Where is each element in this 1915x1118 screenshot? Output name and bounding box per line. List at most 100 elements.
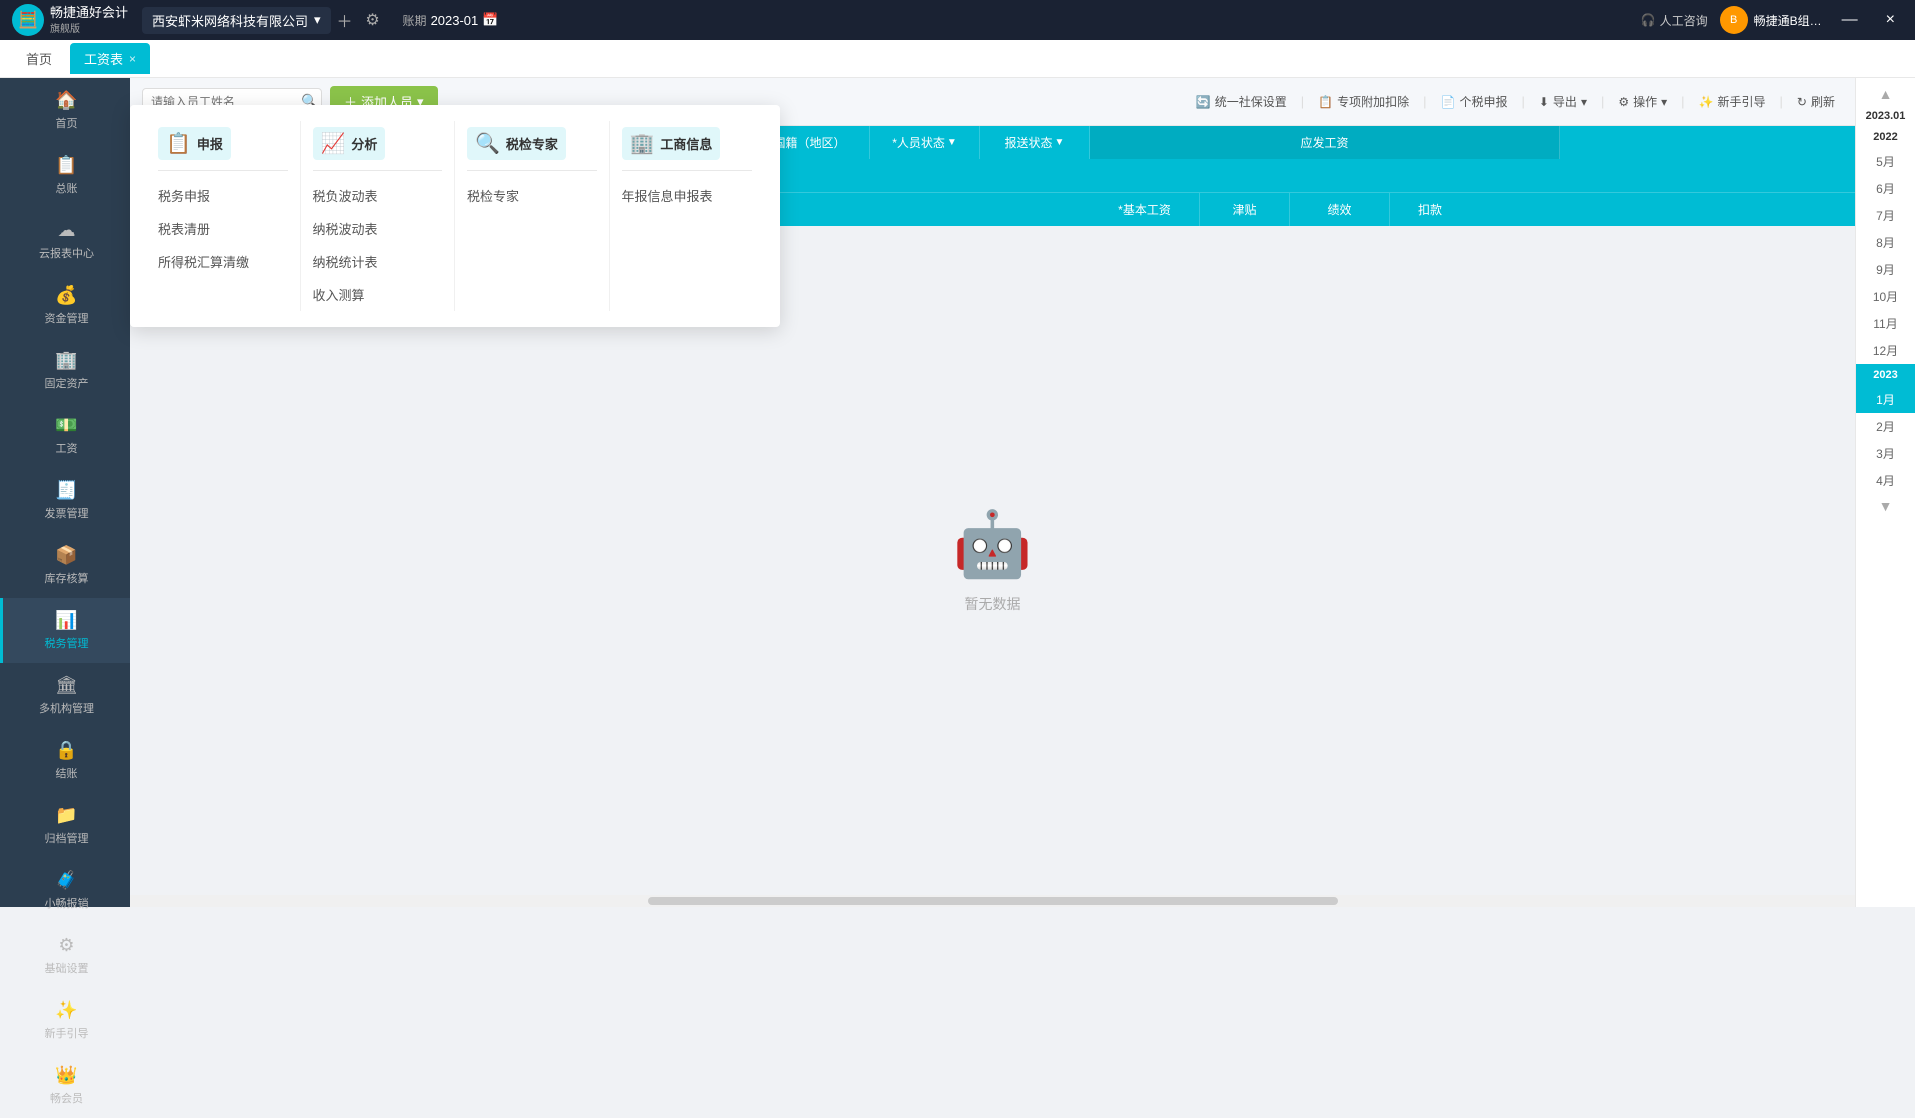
sidebar-item-xiaochang[interactable]: 🧳 小畅报销 — [0, 858, 130, 923]
sidebar-item-fund[interactable]: 💰 资金管理 — [0, 273, 130, 338]
th-deduct: 扣款 — [1390, 193, 1470, 226]
member-icon: 👑 — [55, 1065, 77, 1086]
menu-item-tax-payment[interactable]: 纳税波动表 — [313, 212, 443, 245]
refresh-label: 刷新 — [1811, 93, 1835, 110]
minimize-button[interactable]: — — [1834, 11, 1866, 29]
special-deduct-btn[interactable]: 📋 专项附加扣除 — [1310, 89, 1417, 114]
calendar-up-arrow[interactable]: ▲ — [1875, 82, 1897, 106]
menu-item-annual-report[interactable]: 年报信息申报表 — [622, 179, 753, 212]
multi-org-icon: 🏛 — [55, 675, 78, 696]
menu-item-tax-expert[interactable]: 税检专家 — [467, 179, 597, 212]
sidebar-item-tax[interactable]: 📊 税务管理 — [0, 598, 130, 663]
sidebar-item-archive[interactable]: 📁 归档管理 — [0, 793, 130, 858]
sidebar-item-basic-settings[interactable]: ⚙ 基础设置 — [0, 923, 130, 988]
cloud-icon: ☁ — [58, 220, 76, 241]
menu-item-tax-report[interactable]: 税务申报 — [158, 179, 288, 212]
close-button[interactable]: × — [1878, 11, 1903, 29]
menu-item-income-calc[interactable]: 收入测算 — [313, 278, 443, 311]
scrollbar-thumb[interactable] — [648, 897, 1338, 905]
analysis-icon: 📈 — [321, 131, 346, 156]
calendar-year-2022: 2022 — [1856, 126, 1915, 148]
social-security-label: 统一社保设置 — [1215, 93, 1287, 110]
menu-item-tax-burden[interactable]: 税负波动表 — [313, 179, 443, 212]
sidebar-label-ledger: 总账 — [56, 180, 78, 196]
operate-btn[interactable]: ⚙ 操作 ▾ — [1610, 89, 1675, 114]
calendar-month-9[interactable]: 9月 — [1856, 256, 1915, 283]
sidebar-item-home[interactable]: 🏠 首页 — [0, 78, 130, 143]
sidebar-label-xiaochang: 小畅报销 — [45, 895, 89, 911]
sidebar-item-invoice[interactable]: 🧾 发票管理 — [0, 468, 130, 533]
calendar-month-4[interactable]: 4月 — [1856, 467, 1915, 494]
calendar-current-year: 2023.01 — [1866, 106, 1906, 126]
sidebar-item-ledger[interactable]: 📋 总账 — [0, 143, 130, 208]
export-arrow: ▾ — [1581, 95, 1587, 109]
calendar-month-6[interactable]: 6月 — [1856, 175, 1915, 202]
social-security-icon: 🔄 — [1196, 95, 1211, 109]
sidebar-item-salary[interactable]: 💵 工资 — [0, 403, 130, 468]
calendar-month-12[interactable]: 12月 — [1856, 337, 1915, 364]
invoice-icon: 🧾 — [55, 480, 77, 501]
guide-icon: ✨ — [55, 1000, 77, 1021]
calendar-month-7[interactable]: 7月 — [1856, 202, 1915, 229]
calendar-month-2[interactable]: 2月 — [1856, 413, 1915, 440]
th-yf-wage: 应发工资 — [1090, 126, 1560, 159]
export-btn[interactable]: ⬇ 导出 ▾ — [1531, 89, 1595, 114]
tab-salary[interactable]: 工资表 × — [70, 43, 150, 74]
calendar-down-arrow[interactable]: ▼ — [1875, 494, 1897, 518]
bottom-scrollbar[interactable] — [130, 895, 1855, 907]
tab-close-icon[interactable]: × — [129, 52, 136, 66]
sidebar-item-fixed-assets[interactable]: 🏢 固定资产 — [0, 338, 130, 403]
sidebar-label-multi-org: 多机构管理 — [39, 700, 94, 716]
calendar-year-2023: 2023 — [1856, 364, 1915, 386]
top-bar: 🧮 畅捷通好会计 旗舰版 西安虾米网络科技有限公司 ▾ ＋ ⚙ 账期 2023-… — [0, 0, 1915, 40]
refresh-btn[interactable]: ↻ 刷新 — [1789, 89, 1843, 114]
calendar-month-8[interactable]: 8月 — [1856, 229, 1915, 256]
calendar-month-3[interactable]: 3月 — [1856, 440, 1915, 467]
calendar-month-10[interactable]: 10月 — [1856, 283, 1915, 310]
th-report-status: 报送状态 ▼ — [980, 126, 1090, 159]
tab-home[interactable]: 首页 — [12, 43, 66, 74]
menu-section-declaration-label: 申报 — [197, 134, 223, 153]
social-security-btn[interactable]: 🔄 统一社保设置 — [1188, 89, 1295, 114]
sidebar-item-close[interactable]: 🔒 结账 — [0, 728, 130, 793]
calendar-icon[interactable]: 📅 — [482, 12, 498, 28]
calendar-month-11[interactable]: 11月 — [1856, 310, 1915, 337]
period-value: 2023-01 — [431, 13, 479, 28]
calendar-month-5[interactable]: 5月 — [1856, 148, 1915, 175]
menu-item-income-settlement[interactable]: 所得税汇算清缴 — [158, 245, 288, 278]
settings-icon[interactable]: ⚙ — [359, 6, 387, 34]
sidebar-item-member[interactable]: 👑 畅会员 — [0, 1053, 130, 1118]
tax-return-btn[interactable]: 📄 个税申报 — [1433, 89, 1516, 114]
sidebar-label-member: 畅会员 — [50, 1090, 83, 1106]
special-deduct-label: 专项附加扣除 — [1337, 93, 1409, 110]
menu-item-tax-table[interactable]: 税表清册 — [158, 212, 288, 245]
menu-item-tax-stat[interactable]: 纳税统计表 — [313, 245, 443, 278]
calendar-month-1[interactable]: 1月 — [1856, 386, 1915, 413]
company-name: 西安虾米网络科技有限公司 — [152, 11, 308, 30]
empty-label: 暂无数据 — [965, 594, 1021, 614]
operate-icon: ⚙ — [1618, 95, 1629, 109]
sidebar-label-cloud-report: 云报表中心 — [39, 245, 94, 261]
menu-section-biz-info: 🏢 工商信息 年报信息申报表 — [610, 121, 765, 311]
menu-section-analysis-label: 分析 — [351, 134, 377, 153]
logo: 🧮 畅捷通好会计 旗舰版 — [12, 4, 142, 36]
menu-section-declaration: 📋 申报 税务申报 税表清册 所得税汇算清缴 — [146, 121, 301, 311]
sidebar-label-fixed-assets: 固定资产 — [45, 375, 89, 391]
menu-section-analysis-header: 📈 分析 — [313, 121, 443, 171]
menu-section-tax-expert: 🔍 税检专家 税检专家 — [455, 121, 610, 311]
filter-report-icon[interactable]: ▼ — [1055, 137, 1065, 148]
th-subsidy: 津贴 — [1200, 193, 1290, 226]
sidebar-item-multi-org[interactable]: 🏛 多机构管理 — [0, 663, 130, 728]
add-company-icon[interactable]: ＋ — [331, 6, 359, 34]
sidebar-item-new-guide[interactable]: ✨ 新手引导 — [0, 988, 130, 1053]
refresh-icon: ↻ — [1797, 95, 1807, 109]
user-info[interactable]: B 畅捷通B组… — [1720, 6, 1822, 34]
sidebar-item-inventory[interactable]: 📦 库存核算 — [0, 533, 130, 598]
biz-info-icon: 🏢 — [630, 131, 655, 156]
company-selector[interactable]: 西安虾米网络科技有限公司 ▾ — [142, 7, 331, 34]
sidebar-item-cloud-report[interactable]: ☁ 云报表中心 — [0, 208, 130, 273]
new-guide-btn[interactable]: ✨ 新手引导 — [1691, 89, 1774, 114]
settings-icon: ⚙ — [58, 935, 74, 956]
service-button[interactable]: 🎧 人工咨询 — [1641, 12, 1708, 29]
filter-status-icon[interactable]: ▼ — [947, 137, 957, 148]
